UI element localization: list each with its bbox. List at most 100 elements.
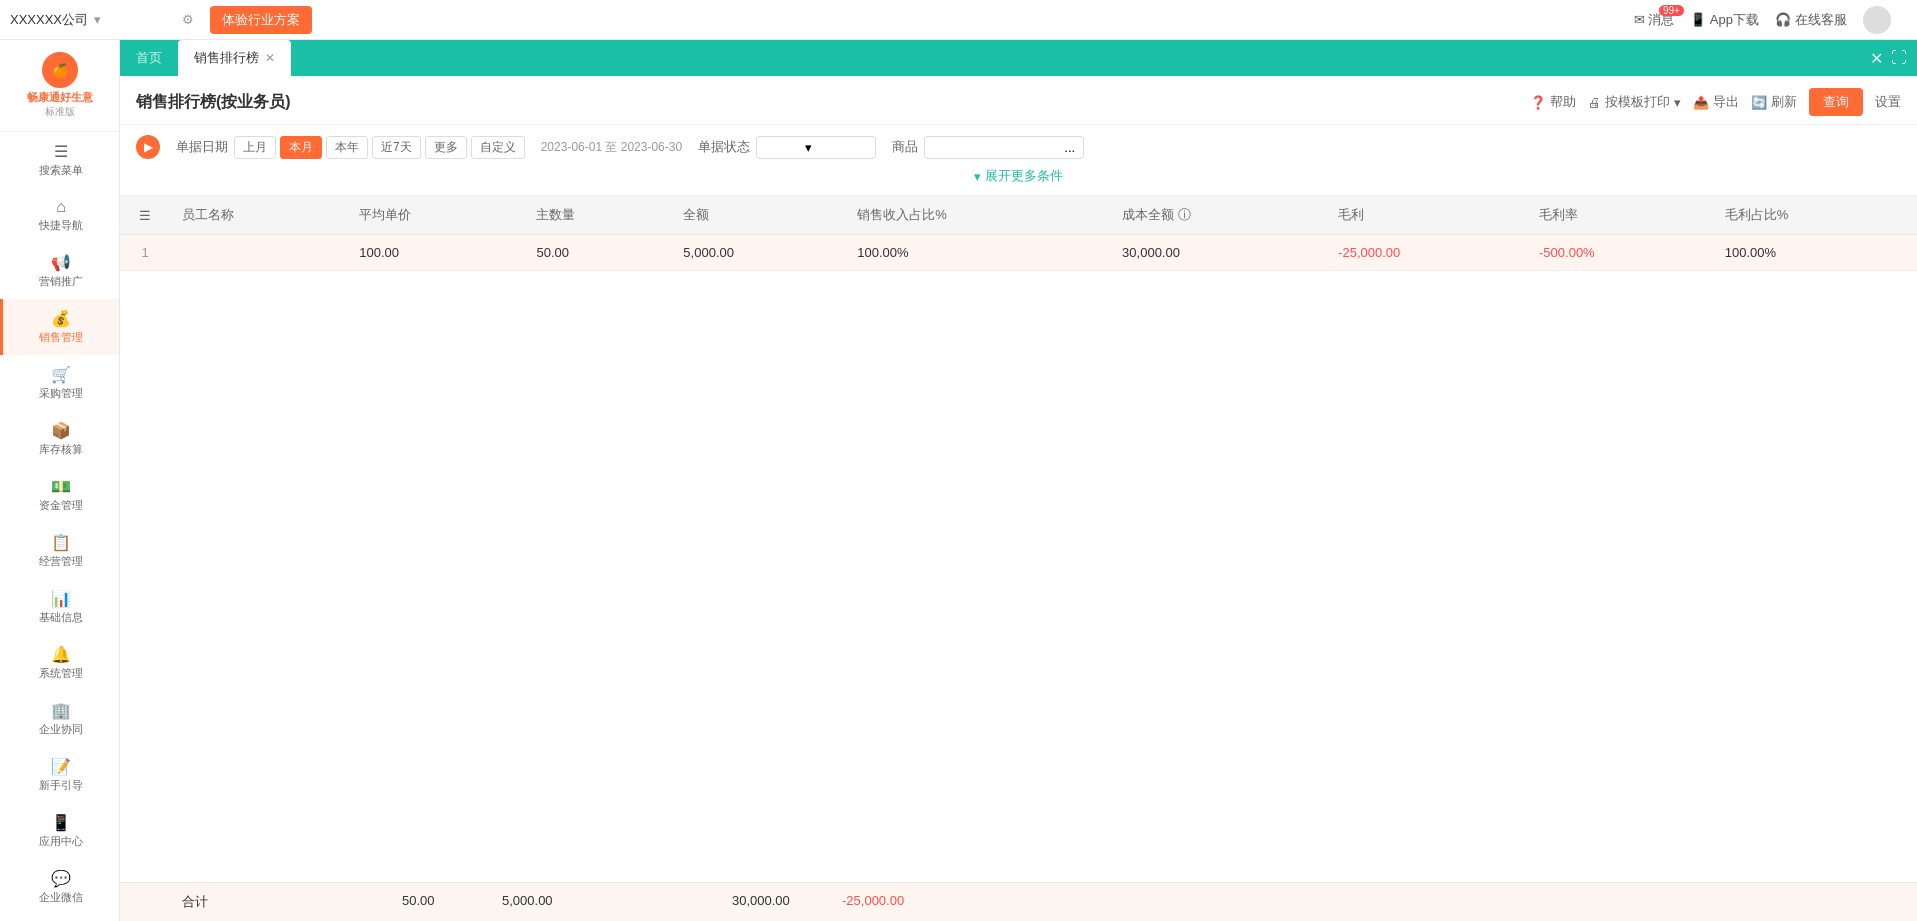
date-btn-more[interactable]: 更多	[425, 136, 467, 159]
help-button[interactable]: ❓ 帮助	[1530, 93, 1576, 111]
tab-bar: 首页 销售排行榜 ✕ ✕ ⛶	[120, 40, 1917, 76]
data-table: ☰ 员工名称 平均单价 主数量 全额 销售收入占比% 成本全额 ⓘ 毛利 毛利率…	[120, 196, 1917, 271]
app-download-btn[interactable]: 📱 App下载	[1690, 11, 1759, 29]
expand-more-btn[interactable]: ▾ 展开更多条件	[136, 167, 1901, 185]
date-btn-this-month[interactable]: 本月	[280, 136, 322, 159]
date-buttons: 上月 本月 本年 近7天 更多 自定义	[234, 136, 525, 159]
query-button[interactable]: 查询	[1809, 88, 1863, 116]
sidebar-item-marketing[interactable]: 📢 营销推广	[0, 243, 119, 299]
logo-name: 畅康通好生意	[27, 90, 93, 105]
date-btn-custom[interactable]: 自定义	[471, 136, 525, 159]
sidebar-item-label: 企业协同	[39, 722, 83, 737]
sidebar-item-label: 应用中心	[39, 834, 83, 849]
sidebar-item-inventory[interactable]: 📦 库存核算	[0, 411, 119, 467]
cell-qty: 50.00	[524, 235, 671, 271]
date-btn-this-year[interactable]: 本年	[326, 136, 368, 159]
sidebar-item-guide[interactable]: 📝 新手引导	[0, 747, 119, 803]
footer-sales-pct-cell	[612, 893, 732, 911]
cell-cost: 30,000.00	[1110, 235, 1326, 271]
logo-icon: 🍊	[42, 52, 78, 88]
export-icon: 📤	[1693, 95, 1709, 110]
tab-bar-actions: ✕ ⛶	[1870, 49, 1917, 68]
sidebar-item-finance[interactable]: 💵 资金管理	[0, 467, 119, 523]
company-selector[interactable]: XXXXXX公司 ▾	[10, 11, 170, 29]
sidebar-item-operation[interactable]: 📋 经营管理	[0, 523, 119, 579]
sidebar-item-wechat[interactable]: 💬 企业微信	[0, 859, 119, 915]
sales-icon: 💰	[51, 309, 71, 328]
col-qty: 主数量	[524, 196, 671, 235]
status-filter-label: 单据状态	[698, 138, 750, 156]
print-icon: 🖨	[1588, 95, 1601, 110]
cell-profit-rate: -500.00%	[1527, 235, 1713, 271]
footer-qty-cell: 50.00	[402, 893, 502, 911]
wechat-icon: 💬	[51, 869, 71, 888]
main-layout: 🍊 畅康通好生意 标准版 ☰ 搜索菜单 ⌂ 快捷导航 📢 营销推广 💰 销售管理…	[0, 40, 1917, 921]
trial-button[interactable]: 体验行业方案	[210, 6, 312, 34]
page-actions: ❓ 帮助 🖨 按模板打印 ▾ 📤 导出 🔄 刷新	[1530, 88, 1901, 116]
print-button[interactable]: 🖨 按模板打印 ▾	[1588, 93, 1681, 111]
status-filter: 单据状态 ▾	[698, 136, 876, 159]
tab-home[interactable]: 首页	[120, 40, 178, 76]
status-select[interactable]: ▾	[756, 136, 876, 159]
sidebar-item-search-order[interactable]: ☰ 搜索菜单	[0, 132, 119, 188]
message-icon: ✉	[1634, 12, 1645, 27]
status-select-chevron: ▾	[805, 140, 812, 155]
settings-button[interactable]: 设置	[1875, 93, 1901, 111]
expand-arrow-btn[interactable]: ▶	[136, 135, 160, 159]
sidebar-item-sales[interactable]: 💰 销售管理	[0, 299, 119, 355]
print-chevron-icon: ▾	[1674, 95, 1681, 110]
sidebar: 🍊 畅康通好生意 标准版 ☰ 搜索菜单 ⌂ 快捷导航 📢 营销推广 💰 销售管理…	[0, 40, 120, 921]
tab-home-label: 首页	[136, 49, 162, 67]
tab-close-icon[interactable]: ✕	[265, 51, 275, 65]
col-rank: ☰	[120, 196, 170, 235]
date-btn-7days[interactable]: 近7天	[372, 136, 421, 159]
system-icon: 🔔	[51, 645, 71, 664]
header-right: ✉ 消息 99+ 📱 App下载 🎧 在线客服	[1634, 6, 1907, 34]
footer-cost-cell: 30,000.00	[732, 893, 842, 911]
tab-sales-rank[interactable]: 销售排行榜 ✕	[178, 40, 291, 76]
expand-chevron-icon: ▾	[974, 169, 981, 184]
operation-icon: 📋	[51, 533, 71, 552]
finance-icon: 💵	[51, 477, 71, 496]
message-icon-btn[interactable]: ✉ 消息 99+	[1634, 11, 1674, 29]
sidebar-item-label: 新手引导	[39, 778, 83, 793]
date-btn-prev-month[interactable]: 上月	[234, 136, 276, 159]
sidebar-item-purchase[interactable]: 🛒 采购管理	[0, 355, 119, 411]
app-center-icon: 📱	[51, 813, 71, 832]
goods-ellipsis: ...	[1064, 140, 1075, 155]
sidebar-item-label: 快捷导航	[39, 218, 83, 233]
sidebar-item-system[interactable]: 🔔 系统管理	[0, 635, 119, 691]
sidebar-item-app-center[interactable]: 📱 应用中心	[0, 803, 119, 859]
online-service-btn[interactable]: 🎧 在线客服	[1775, 11, 1847, 29]
export-button[interactable]: 📤 导出	[1693, 93, 1739, 111]
goods-filter-label: 商品	[892, 138, 918, 156]
purchase-icon: 🛒	[51, 365, 71, 384]
footer-profit-cell: -25,000.00	[842, 893, 952, 911]
headset-icon: 🎧	[1775, 12, 1791, 27]
sidebar-item-member[interactable]: ✓ 畅会员	[0, 915, 119, 921]
sidebar-item-quick-nav[interactable]: ⌂ 快捷导航	[0, 188, 119, 243]
goods-input[interactable]: ...	[924, 136, 1084, 159]
sidebar-item-enterprise[interactable]: 🏢 企业协同	[0, 691, 119, 747]
window-close-icon[interactable]: ✕	[1870, 49, 1883, 68]
window-expand-icon[interactable]: ⛶	[1891, 49, 1907, 67]
refresh-icon: 🔄	[1751, 95, 1767, 110]
sidebar-item-basic-info[interactable]: 📊 基础信息	[0, 579, 119, 635]
col-cost: 成本全额 ⓘ	[1110, 196, 1326, 235]
top-header: XXXXXX公司 ▾ ⚙ 体验行业方案 ✉ 消息 99+ 📱 App下载 🎧 在…	[0, 0, 1917, 40]
page-content: 销售排行榜(按业务员) ❓ 帮助 🖨 按模板打印 ▾ 📤 导出	[120, 76, 1917, 921]
cell-name	[170, 235, 347, 271]
home-icon: ⌂	[56, 198, 66, 216]
content-area: 首页 销售排行榜 ✕ ✕ ⛶ 销售排行榜(按业务员) ❓ 帮助	[120, 40, 1917, 921]
sidebar-logo: 🍊 畅康通好生意 标准版	[0, 40, 119, 132]
refresh-button[interactable]: 🔄 刷新	[1751, 93, 1797, 111]
settings-icon-btn[interactable]: ⚙	[174, 6, 202, 34]
table-row[interactable]: 1100.0050.005,000.00100.00%30,000.00-25,…	[120, 235, 1917, 271]
col-avg-price: 平均单价	[347, 196, 524, 235]
cell-amount: 5,000.00	[671, 235, 845, 271]
sidebar-item-label: 资金管理	[39, 498, 83, 513]
table-footer: 合计 50.00 5,000.00 30,000.00 -25,000.00	[120, 882, 1917, 921]
avatar[interactable]	[1863, 6, 1891, 34]
date-range-text: 2023-06-01 至 2023-06-30	[541, 139, 682, 156]
cell-profit: -25,000.00	[1326, 235, 1527, 271]
